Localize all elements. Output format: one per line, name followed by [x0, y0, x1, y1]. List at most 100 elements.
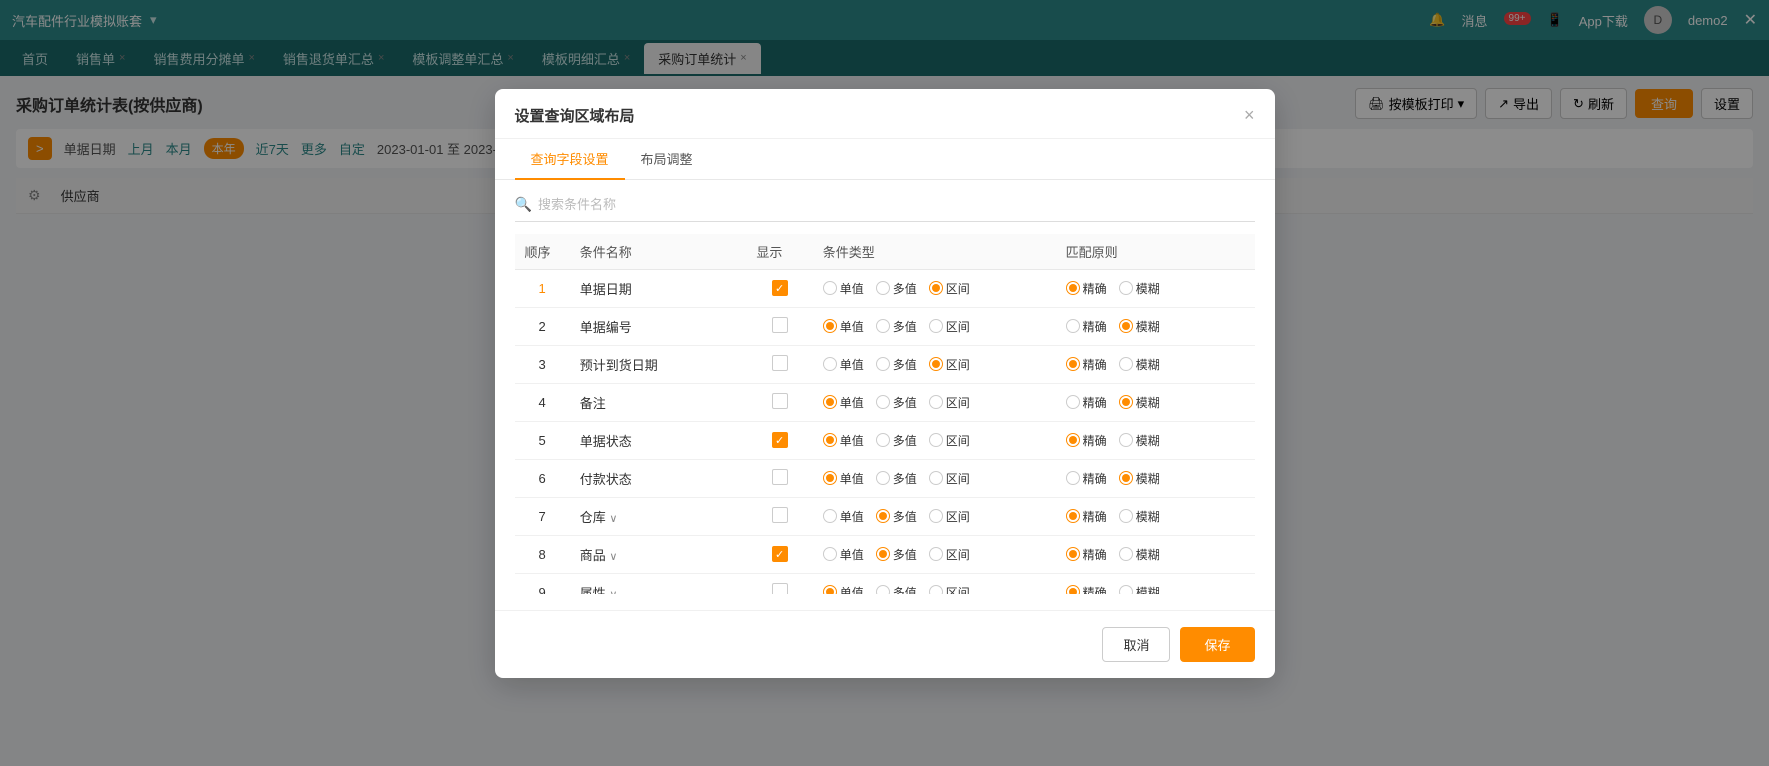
row-name-4: 单据状态 [570, 421, 747, 459]
type-radio-单值[interactable]: 单值 [823, 356, 864, 373]
match-radio-精确[interactable]: 精确 [1066, 432, 1107, 449]
type-radio-区间[interactable]: 区间 [929, 318, 970, 335]
type-radio-单值[interactable]: 单值 [823, 394, 864, 411]
type-radio-多值[interactable]: 多值 [876, 508, 917, 525]
type-radio-区间[interactable]: 区间 [929, 470, 970, 487]
display-checkbox[interactable] [772, 432, 788, 448]
table-row: 5 单据状态 单值多值 区间 精确模糊 [515, 421, 1255, 459]
match-radio-精确[interactable]: 精确 [1066, 318, 1107, 335]
match-radio-模糊[interactable]: 模糊 [1119, 356, 1160, 373]
match-radio-精确[interactable]: 精确 [1066, 546, 1107, 563]
radio-dot-精确 [1066, 547, 1080, 561]
match-radio-模糊[interactable]: 模糊 [1119, 432, 1160, 449]
radio-dot-多值 [876, 395, 890, 409]
type-radio-区间[interactable]: 区间 [929, 584, 970, 594]
radio-label: 单值 [840, 394, 864, 411]
th-type: 条件类型 [813, 234, 1056, 270]
table-row: 7仓库 ∨单值多值区间精确模糊 [515, 497, 1255, 535]
row-order-6: 7 [515, 497, 570, 535]
radio-label: 多值 [893, 356, 917, 373]
radio-label: 区间 [946, 470, 970, 487]
radio-label: 多值 [893, 508, 917, 525]
radio-dot-模糊 [1119, 319, 1133, 333]
radio-label: 单值 [840, 280, 864, 297]
type-radio-单值[interactable]: 单值 [823, 508, 864, 525]
type-radio-多值[interactable]: 多值 [876, 394, 917, 411]
radio-label: 模糊 [1136, 584, 1160, 594]
display-checkbox[interactable] [772, 507, 788, 523]
display-checkbox[interactable] [772, 546, 788, 562]
match-radio-模糊[interactable]: 模糊 [1119, 280, 1160, 297]
type-radio-单值[interactable]: 单值 [823, 280, 864, 297]
type-radio-单值[interactable]: 单值 [823, 546, 864, 563]
match-radio-模糊[interactable]: 模糊 [1119, 318, 1160, 335]
radio-dot-精确 [1066, 281, 1080, 295]
row-type-6: 单值 多值区间 [813, 497, 1056, 535]
row-type-7: 单值多值区间 [813, 535, 1056, 573]
display-checkbox[interactable] [772, 355, 788, 371]
type-radio-多值[interactable]: 多值 [876, 356, 917, 373]
modal-tab-query-fields[interactable]: 查询字段设置 [515, 139, 625, 180]
type-radio-区间[interactable]: 区间 [929, 356, 970, 373]
type-radio-区间[interactable]: 区间 [929, 508, 970, 525]
row-display-0 [746, 269, 812, 307]
match-radio-精确[interactable]: 精确 [1066, 584, 1107, 594]
type-radio-单值[interactable]: 单值 [823, 470, 864, 487]
modal-close-button[interactable]: × [1244, 105, 1255, 138]
row-name-0: 单据日期 [570, 269, 747, 307]
type-radio-多值[interactable]: 多值 [876, 318, 917, 335]
type-radio-多值[interactable]: 多值 [876, 280, 917, 297]
type-radio-多值[interactable]: 多值 [876, 546, 917, 563]
display-checkbox[interactable] [772, 469, 788, 485]
type-radio-区间[interactable]: 区间 [929, 394, 970, 411]
match-radio-精确[interactable]: 精确 [1066, 356, 1107, 373]
display-checkbox[interactable] [772, 393, 788, 409]
radio-dot-模糊 [1119, 433, 1133, 447]
match-radio-精确[interactable]: 精确 [1066, 280, 1107, 297]
table-head-row: 顺序 条件名称 显示 条件类型 匹配原则 [515, 234, 1255, 270]
radio-label: 多值 [893, 584, 917, 594]
radio-dot-区间 [929, 471, 943, 485]
display-checkbox[interactable] [772, 280, 788, 296]
type-radio-多值[interactable]: 多值 [876, 584, 917, 594]
type-radio-单值[interactable]: 单值 [823, 318, 864, 335]
order-number: 5 [538, 433, 545, 448]
match-radio-精确[interactable]: 精确 [1066, 508, 1107, 525]
type-radio-多值[interactable]: 多值 [876, 470, 917, 487]
match-radio-模糊[interactable]: 模糊 [1119, 546, 1160, 563]
radio-dot-单值 [823, 395, 837, 409]
radio-label: 区间 [946, 432, 970, 449]
radio-label: 模糊 [1136, 318, 1160, 335]
match-radio-模糊[interactable]: 模糊 [1119, 508, 1160, 525]
match-radio-模糊[interactable]: 模糊 [1119, 584, 1160, 594]
match-radio-精确[interactable]: 精确 [1066, 394, 1107, 411]
radio-label: 模糊 [1136, 280, 1160, 297]
radio-dot-多值 [876, 433, 890, 447]
match-radio-模糊[interactable]: 模糊 [1119, 470, 1160, 487]
type-radio-多值[interactable]: 多值 [876, 432, 917, 449]
radio-label: 精确 [1083, 280, 1107, 297]
type-radio-单值[interactable]: 单值 [823, 432, 864, 449]
radio-label: 单值 [840, 318, 864, 335]
row-name-3: 备注 [570, 383, 747, 421]
type-radio-单值[interactable]: 单值 [823, 584, 864, 594]
match-radio-模糊[interactable]: 模糊 [1119, 394, 1160, 411]
modal-table-body: 1单据日期单值多值区间精确模糊2单据编号单值多值区间精确模糊3预计到货日期单值多… [515, 269, 1255, 594]
type-radio-区间[interactable]: 区间 [929, 280, 970, 297]
cancel-button[interactable]: 取消 [1102, 627, 1170, 662]
display-checkbox[interactable] [772, 583, 788, 594]
radio-label: 精确 [1083, 432, 1107, 449]
type-radio-区间[interactable]: 区间 [929, 432, 970, 449]
display-checkbox[interactable] [772, 317, 788, 333]
row-order-3: 4 [515, 383, 570, 421]
radio-dot-区间 [929, 395, 943, 409]
radio-dot-单值 [823, 547, 837, 561]
radio-label: 模糊 [1136, 546, 1160, 563]
radio-label: 单值 [840, 584, 864, 594]
save-button[interactable]: 保存 [1180, 627, 1254, 662]
search-input[interactable] [538, 197, 738, 212]
modal-tab-layout[interactable]: 布局调整 [625, 139, 709, 180]
condition-name: 单据日期 [580, 282, 632, 297]
type-radio-区间[interactable]: 区间 [929, 546, 970, 563]
match-radio-精确[interactable]: 精确 [1066, 470, 1107, 487]
